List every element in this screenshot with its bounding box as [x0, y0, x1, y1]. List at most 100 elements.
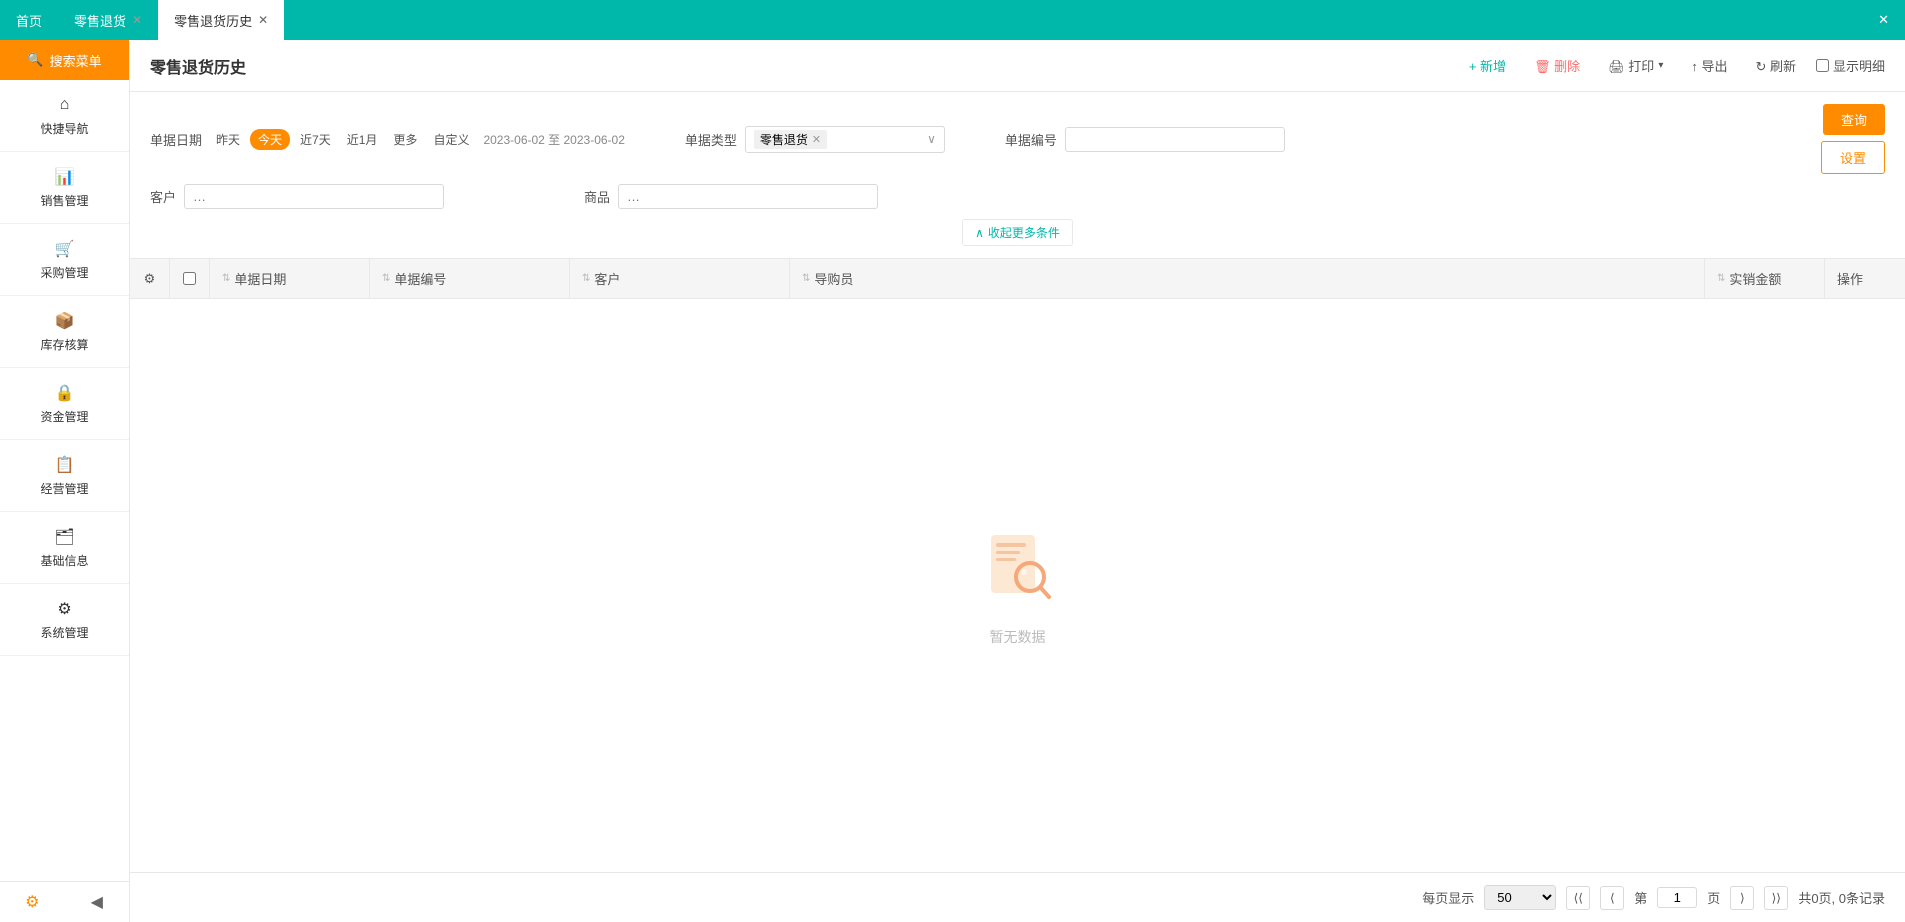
- voucher-no-input[interactable]: [1065, 127, 1285, 152]
- per-page-label: 每页显示: [1422, 888, 1474, 907]
- customer-input[interactable]: [184, 184, 444, 209]
- sidebar-item-purchase-mgmt[interactable]: 🛒 采购管理: [0, 224, 129, 296]
- page-last-btn[interactable]: ⟩⟩: [1764, 886, 1788, 910]
- sort-voucher-icon[interactable]: ⇅: [382, 273, 390, 284]
- home-icon: ⌂: [54, 94, 76, 116]
- date-btn-custom[interactable]: 自定义: [427, 129, 475, 150]
- window-close-btn[interactable]: ✕: [1878, 12, 1905, 28]
- total-info: 共0页, 0条记录: [1798, 888, 1885, 907]
- refresh-btn[interactable]: ↻ 刷新: [1747, 52, 1804, 79]
- sidebar-item-quick-nav[interactable]: ⌂ 快捷导航: [0, 80, 129, 152]
- per-page-select[interactable]: 50 10 20 100: [1484, 885, 1556, 910]
- folder-icon: 🗂: [54, 526, 76, 548]
- th-op: 操作: [1825, 259, 1905, 298]
- th-gear[interactable]: ⚙: [130, 259, 170, 298]
- sort-guide-icon[interactable]: ⇅: [802, 273, 810, 284]
- sidebar-collapse-btn[interactable]: ◀: [65, 882, 130, 922]
- tab-retail-return-history-close[interactable]: ✕: [258, 13, 268, 27]
- top-bar: 首页 零售退货 ✕ 零售退货历史 ✕ ✕: [0, 0, 1905, 40]
- th-customer: ⇅ 客户: [570, 259, 790, 298]
- th-check[interactable]: [170, 259, 210, 298]
- voucher-type-tag: 零售退货 ✕: [754, 130, 827, 149]
- setting-btn[interactable]: 设置: [1821, 141, 1885, 174]
- collapse-btn[interactable]: ∧ 收起更多条件: [962, 219, 1073, 246]
- sidebar-settings-btn[interactable]: ⚙: [0, 882, 65, 922]
- main-layout: 🔍 搜索菜单 ⌂ 快捷导航 📊 销售管理 🛒 采购管理 📦 库存核算 🔒 资金管…: [0, 40, 1905, 922]
- filter-row-2: 客户 商品: [150, 184, 1885, 209]
- filter-goods: 商品: [584, 184, 878, 209]
- sidebar-item-finance[interactable]: 🔒 资金管理: [0, 368, 129, 440]
- table-header: ⚙ ⇅ 单据日期 ⇅ 单据编号 ⇅ 客户 ⇅: [130, 259, 1905, 299]
- date-btn-yesterday[interactable]: 昨天: [210, 129, 246, 150]
- sidebar-search[interactable]: 🔍 搜索菜单: [0, 40, 129, 80]
- lock-icon: 🔒: [54, 382, 76, 404]
- empty-text: 暂无数据: [990, 627, 1046, 647]
- date-btn-1month[interactable]: 近1月: [341, 129, 384, 150]
- page-input[interactable]: [1657, 887, 1697, 908]
- collapse-up-icon: ∧: [975, 226, 984, 240]
- sidebar-item-basic-info[interactable]: 🗂 基础信息: [0, 512, 129, 584]
- show-detail-checkbox-label[interactable]: 显示明细: [1816, 56, 1885, 75]
- pagination: 每页显示 50 10 20 100 ⟨⟨ ⟨ 第 页 ⟩ ⟩⟩ 共0页, 0条记…: [130, 872, 1905, 922]
- sidebar-item-inventory[interactable]: 📦 库存核算: [0, 296, 129, 368]
- tab-retail-return-history[interactable]: 零售退货历史 ✕: [158, 0, 284, 40]
- table-area: ⚙ ⇅ 单据日期 ⇅ 单据编号 ⇅ 客户 ⇅: [130, 259, 1905, 922]
- chart-icon: 📊: [54, 166, 76, 188]
- th-date: ⇅ 单据日期: [210, 259, 370, 298]
- filter-voucher-no: 单据编号: [1005, 127, 1285, 152]
- select-all-checkbox[interactable]: [183, 272, 196, 285]
- th-voucher-no: ⇅ 单据编号: [370, 259, 570, 298]
- delete-btn[interactable]: 🗑 删除: [1526, 52, 1588, 79]
- tab-home[interactable]: 首页: [0, 0, 58, 40]
- sort-date-icon[interactable]: ⇅: [222, 273, 230, 284]
- tab-retail-return-close[interactable]: ✕: [132, 13, 142, 27]
- gear-settings-icon[interactable]: ⚙: [144, 271, 156, 287]
- filter-collapse-row: ∧ 收起更多条件: [150, 219, 1885, 246]
- page-unit: 页: [1707, 888, 1720, 907]
- page-first-btn[interactable]: ⟨⟨: [1566, 886, 1590, 910]
- date-filter-group: 昨天 今天 近7天 近1月 更多 自定义 2023-06-02 至 2023-0…: [210, 129, 625, 150]
- filter-customer: 客户: [150, 184, 444, 209]
- toolbar: + 新增 🗑 删除 🖨 打印 ▾ ↑ 导出 ↻ 刷新 显示明细: [1461, 52, 1885, 79]
- voucher-type-dropdown-icon[interactable]: ∨: [927, 132, 936, 146]
- sidebar-bottom: ⚙ ◀: [0, 881, 129, 922]
- sidebar-item-operations[interactable]: 📋 经营管理: [0, 440, 129, 512]
- sidebar: 🔍 搜索菜单 ⌂ 快捷导航 📊 销售管理 🛒 采购管理 📦 库存核算 🔒 资金管…: [0, 40, 130, 922]
- sidebar-item-sales-mgmt[interactable]: 📊 销售管理: [0, 152, 129, 224]
- sort-amount-icon[interactable]: ⇅: [1717, 273, 1725, 284]
- page-prev-btn[interactable]: ⟨: [1600, 886, 1624, 910]
- th-guide: ⇅ 导购员: [790, 259, 1705, 298]
- filter-voucher-date: 单据日期 昨天 今天 近7天 近1月 更多 自定义 2023-06-02 至 2…: [150, 129, 625, 150]
- page-next-btn[interactable]: ⟩: [1730, 886, 1754, 910]
- empty-state: 暂无数据: [130, 299, 1905, 872]
- empty-illustration: [973, 525, 1063, 615]
- search-icon: 🔍: [27, 52, 43, 68]
- new-btn[interactable]: + 新增: [1461, 52, 1514, 79]
- sort-customer-icon[interactable]: ⇅: [582, 273, 590, 284]
- date-range-display: 2023-06-02 至 2023-06-02: [483, 131, 624, 148]
- show-detail-checkbox[interactable]: [1816, 59, 1829, 72]
- query-btn[interactable]: 查询: [1823, 104, 1885, 135]
- voucher-type-tag-close[interactable]: ✕: [812, 133, 821, 146]
- goods-input[interactable]: [618, 184, 878, 209]
- th-amount: ⇅ 实销金额: [1705, 259, 1825, 298]
- voucher-type-input[interactable]: 零售退货 ✕ ∨: [745, 126, 945, 153]
- date-btn-7days[interactable]: 近7天: [294, 129, 337, 150]
- box-icon: 📦: [54, 310, 76, 332]
- date-btn-today[interactable]: 今天: [250, 129, 290, 150]
- cart-icon: 🛒: [54, 238, 76, 260]
- export-btn[interactable]: ↑ 导出: [1683, 52, 1735, 79]
- print-btn[interactable]: 🖨 打印 ▾: [1600, 52, 1671, 79]
- date-btn-more[interactable]: 更多: [387, 129, 423, 150]
- filter-area: 单据日期 昨天 今天 近7天 近1月 更多 自定义 2023-06-02 至 2…: [130, 92, 1905, 259]
- page-title: 零售退货历史: [150, 54, 246, 78]
- gear-icon: ⚙: [54, 598, 76, 620]
- filter-row-1: 单据日期 昨天 今天 近7天 近1月 更多 自定义 2023-06-02 至 2…: [150, 104, 1885, 174]
- clipboard-icon: 📋: [54, 454, 76, 476]
- print-dropdown-icon: ▾: [1658, 60, 1663, 71]
- tab-retail-return[interactable]: 零售退货 ✕: [58, 0, 158, 40]
- filter-voucher-type: 单据类型 零售退货 ✕ ∨: [685, 126, 945, 153]
- page-label: 第: [1634, 888, 1647, 907]
- sidebar-item-system[interactable]: ⚙ 系统管理: [0, 584, 129, 656]
- page-header: 零售退货历史 + 新增 🗑 删除 🖨 打印 ▾ ↑ 导出 ↻ 刷新: [130, 40, 1905, 92]
